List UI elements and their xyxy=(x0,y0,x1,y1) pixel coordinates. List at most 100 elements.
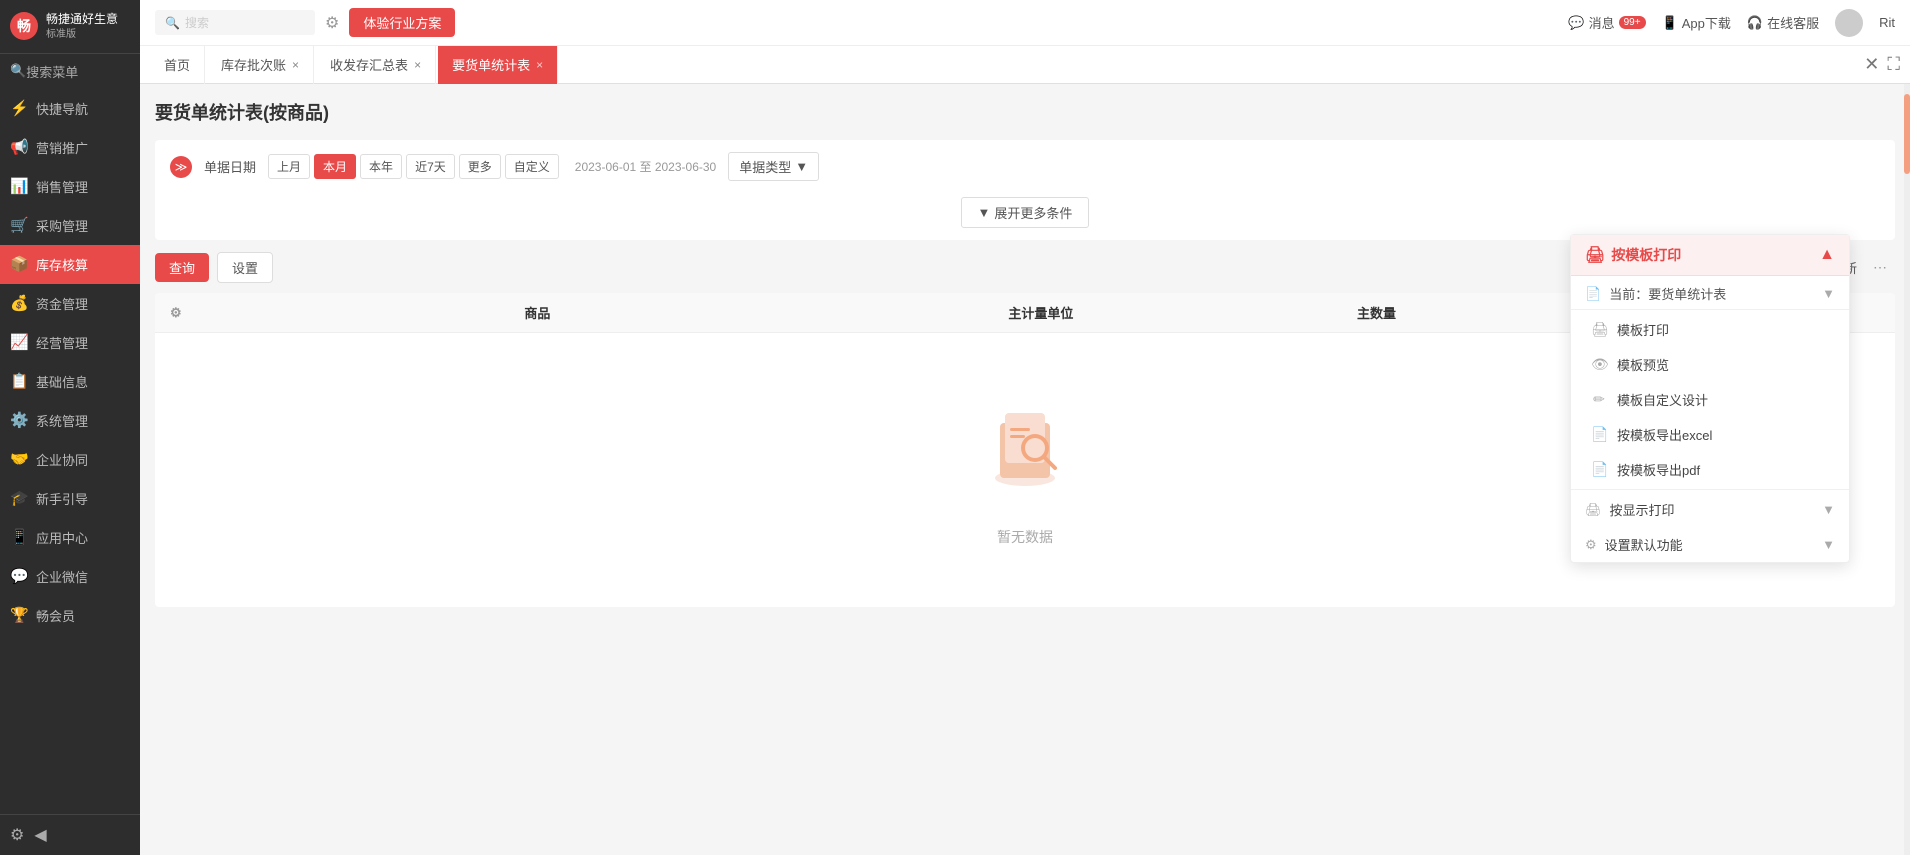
sidebar-item-label: 经营管理 xyxy=(36,333,88,352)
guide-icon: 🎓 xyxy=(10,489,28,507)
tabbar-close-btn[interactable]: ✕ xyxy=(1864,54,1879,75)
tab-order-stats-close[interactable]: × xyxy=(536,58,543,72)
tab-order-stats[interactable]: 要货单统计表 × xyxy=(438,46,558,84)
dp-current-label: 当前：要货单统计表 xyxy=(1609,284,1726,303)
sidebar-item-operation[interactable]: 📈 经营管理 xyxy=(0,323,140,362)
date-btn-custom[interactable]: 自定义 xyxy=(505,154,559,179)
right-scrollbar[interactable] xyxy=(1904,84,1910,855)
date-buttons: 上月 本月 本年 近7天 更多 自定义 xyxy=(268,154,559,179)
dp-printer-icon: 🖨 xyxy=(1585,245,1605,265)
dp-item-template-print[interactable]: 🖨 模板打印 xyxy=(1571,312,1849,347)
tabbar: 首页 库存批次账 × 收发存汇总表 × 要货单统计表 × ✕ ⛶ xyxy=(140,46,1910,84)
sidebar-item-inventory[interactable]: 📦 库存核算 xyxy=(0,245,140,284)
date-btn-this-year[interactable]: 本年 xyxy=(360,154,402,179)
expand-icon: ▼ xyxy=(978,205,991,220)
more-options-btn[interactable]: ⋯ xyxy=(1865,255,1895,280)
dp-item-template-custom[interactable]: ✏ 模板自定义设计 xyxy=(1571,382,1849,417)
date-range: 2023-06-01 至 2023-06-30 xyxy=(575,158,716,175)
topbar-search[interactable]: 🔍 搜索 xyxy=(155,10,315,35)
edit-icon: ✏ xyxy=(1591,391,1607,408)
tabbar-expand-btn[interactable]: ⛶ xyxy=(1887,54,1900,75)
dp-current-section[interactable]: 📄 当前：要货单统计表 ▼ xyxy=(1571,276,1849,307)
phone-icon: 📱 xyxy=(1662,15,1678,31)
sidebar-search[interactable]: 🔍 搜索菜单 xyxy=(0,54,140,89)
date-btn-more[interactable]: 更多 xyxy=(459,154,501,179)
collapse-icon[interactable]: ◀ xyxy=(34,825,46,845)
settings-icon[interactable]: ⚙ xyxy=(10,825,24,845)
sidebar-item-label: 应用中心 xyxy=(36,528,88,547)
dp-display-print[interactable]: 🖨 按显示打印 ▼ xyxy=(1571,492,1849,527)
dp-header: 🖨 按模板打印 ▲ xyxy=(1571,235,1849,276)
purchase-icon: 🛒 xyxy=(10,216,28,234)
sidebar-item-apps[interactable]: 📱 应用中心 xyxy=(0,518,140,557)
dp-item-template-preview[interactable]: 👁 模板预览 xyxy=(1571,347,1849,382)
sidebar-item-collab[interactable]: 🤝 企业协同 xyxy=(0,440,140,479)
sidebar-item-marketing[interactable]: 📢 营销推广 xyxy=(0,128,140,167)
sidebar-item-sales[interactable]: 📊 销售管理 xyxy=(0,167,140,206)
scrollbar-thumb xyxy=(1904,94,1910,174)
sidebar-item-wechat[interactable]: 💬 企业微信 xyxy=(0,557,140,596)
tab-receive-summary-close[interactable]: × xyxy=(414,58,421,72)
printer-icon: 🖨 xyxy=(1591,321,1607,338)
search-placeholder: 搜索 xyxy=(185,14,209,31)
app-name: 畅捷通好生意 xyxy=(46,12,118,28)
finance-icon: 💰 xyxy=(10,294,28,312)
sidebar-item-purchase[interactable]: 🛒 采购管理 xyxy=(0,206,140,245)
online-support-btn[interactable]: 🎧 在线客服 xyxy=(1747,13,1819,32)
sidebar-item-label: 销售管理 xyxy=(36,177,88,196)
tab-order-stats-label: 要货单统计表 xyxy=(452,55,530,74)
order-type-label: 单据类型 xyxy=(739,157,791,176)
filter-card: ≫ 单据日期 上月 本月 本年 近7天 更多 自定义 2023-06-01 至 … xyxy=(155,140,1895,240)
tab-batch-accounts-close[interactable]: × xyxy=(292,58,299,72)
industry-btn[interactable]: 体验行业方案 xyxy=(349,8,455,37)
sidebar-item-member[interactable]: 🏆 畅会员 xyxy=(0,596,140,635)
order-type-select[interactable]: 单据类型 ▼ xyxy=(728,152,819,181)
sidebar-item-quick-nav[interactable]: ⚡ 快捷导航 xyxy=(0,89,140,128)
dp-header-label: 按模板打印 xyxy=(1611,245,1681,265)
sidebar-item-finance[interactable]: 💰 资金管理 xyxy=(0,284,140,323)
expand-more-btn[interactable]: ▼ 展开更多条件 xyxy=(961,197,1090,228)
dp-item-label: 按模板导出pdf xyxy=(1617,460,1700,479)
support-icon: 🎧 xyxy=(1747,15,1763,31)
inventory-icon: 📦 xyxy=(10,255,28,273)
topbar-gear-icon[interactable]: ⚙ xyxy=(325,13,339,33)
tab-receive-summary[interactable]: 收发存汇总表 × xyxy=(316,46,436,84)
set-default-icon: ⚙ xyxy=(1585,537,1597,553)
apps-icon: 📱 xyxy=(10,528,28,546)
query-btn[interactable]: 查询 xyxy=(155,253,209,282)
sidebar-item-system[interactable]: ⚙️ 系统管理 xyxy=(0,401,140,440)
settings-btn[interactable]: 设置 xyxy=(217,252,273,283)
user-avatar[interactable] xyxy=(1835,9,1863,37)
dp-item-template-excel[interactable]: 📄 按模板导出excel xyxy=(1571,417,1849,452)
tab-batch-accounts[interactable]: 库存批次账 × xyxy=(207,46,314,84)
quick-nav-icon: ⚡ xyxy=(10,99,28,117)
member-icon: 🏆 xyxy=(10,606,28,624)
sidebar-item-label: 基础信息 xyxy=(36,372,88,391)
date-btn-last-month[interactable]: 上月 xyxy=(268,154,310,179)
sidebar-item-label: 企业微信 xyxy=(36,567,88,586)
sidebar-item-label: 系统管理 xyxy=(36,411,88,430)
date-btn-7days[interactable]: 近7天 xyxy=(406,154,455,179)
date-btn-this-month[interactable]: 本月 xyxy=(314,154,356,179)
dp-doc-icon: 📄 xyxy=(1585,286,1601,302)
tab-batch-accounts-label: 库存批次账 xyxy=(221,55,286,74)
sidebar-search-label: 搜索菜单 xyxy=(26,62,78,81)
dp-item-template-pdf[interactable]: 📄 按模板导出pdf xyxy=(1571,452,1849,487)
table-settings-icon[interactable]: ⚙ xyxy=(170,305,182,321)
tab-receive-summary-label: 收发存汇总表 xyxy=(330,55,408,74)
col-unit: 主计量单位 xyxy=(873,303,1209,322)
sidebar-item-label: 库存核算 xyxy=(36,255,88,274)
tab-home-label: 首页 xyxy=(164,55,190,74)
sidebar-item-basic[interactable]: 📋 基础信息 xyxy=(0,362,140,401)
dp-collapse-icon[interactable]: ▲ xyxy=(1819,246,1835,264)
messages-btn[interactable]: 💬 消息 99+ xyxy=(1568,13,1645,32)
sidebar-item-label: 资金管理 xyxy=(36,294,88,313)
dp-item-label: 模板打印 xyxy=(1617,320,1669,339)
sidebar-item-label: 营销推广 xyxy=(36,138,88,157)
sidebar-item-guide[interactable]: 🎓 新手引导 xyxy=(0,479,140,518)
dp-set-default[interactable]: ⚙ 设置默认功能 ▼ xyxy=(1571,527,1849,562)
print-dropdown-panel: 🖨 按模板打印 ▲ 📄 当前：要货单统计表 ▼ 🖨 模板打印 👁 模板预览 xyxy=(1570,234,1850,563)
app-download-btn[interactable]: 📱 App下载 xyxy=(1662,13,1731,32)
filter-expand-btn[interactable]: ≫ xyxy=(170,156,192,178)
tab-home[interactable]: 首页 xyxy=(150,46,205,84)
